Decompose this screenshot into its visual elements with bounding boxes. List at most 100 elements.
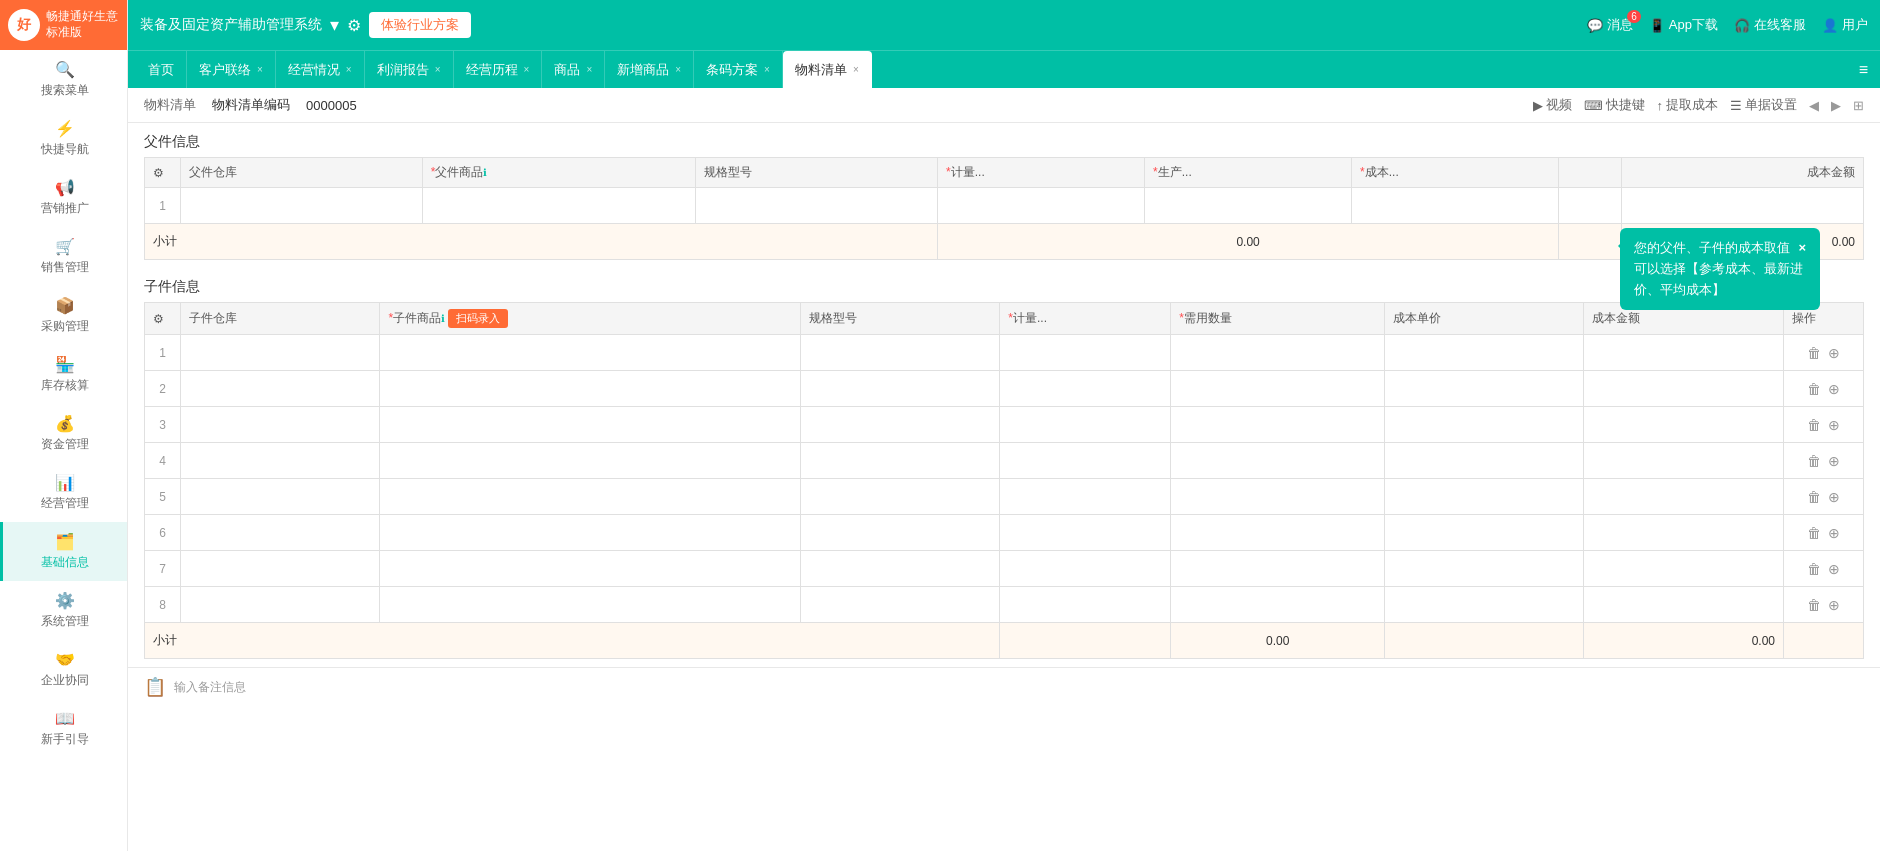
child-goods-cell[interactable] [380,407,800,443]
sidebar-item-operations[interactable]: 📊 经营管理 [0,463,127,522]
child-unit-cost-cell[interactable] [1385,335,1584,371]
child-goods-cell[interactable] [380,443,800,479]
child-unit-cost-cell[interactable] [1385,587,1584,623]
delete-icon[interactable]: 🗑 [1805,559,1823,579]
copy-icon[interactable]: ⊕ [1826,379,1842,399]
child-unit-cost-cell[interactable] [1385,407,1584,443]
parent-produce-cell[interactable] [1145,188,1352,224]
child-qty-cell[interactable] [1171,335,1385,371]
child-unit-cost-cell[interactable] [1385,371,1584,407]
tab-customer[interactable]: 客户联络 × [187,51,276,89]
expand-icon[interactable]: ⊞ [1853,98,1864,113]
sidebar-item-marketing[interactable]: 📢 营销推广 [0,168,127,227]
sidebar-item-quicknav[interactable]: ⚡ 快捷导航 [0,109,127,168]
tab-home[interactable]: 首页 [136,51,187,89]
child-qty-cell[interactable] [1171,407,1385,443]
child-qty-cell[interactable] [1171,371,1385,407]
child-warehouse-cell[interactable] [181,551,380,587]
child-warehouse-cell[interactable] [181,515,380,551]
sidebar-item-finance[interactable]: 💰 资金管理 [0,404,127,463]
delete-icon[interactable]: 🗑 [1805,451,1823,471]
note-placeholder[interactable]: 输入备注信息 [174,679,246,696]
child-spec-cell[interactable] [800,443,999,479]
sidebar-item-system[interactable]: ⚙️ 系统管理 [0,581,127,640]
user-item[interactable]: 👤 用户 [1822,16,1868,34]
video-action[interactable]: ▶ 视频 [1533,96,1572,114]
copy-icon[interactable]: ⊕ [1826,343,1842,363]
child-warehouse-cell[interactable] [181,443,380,479]
child-spec-cell[interactable] [800,587,999,623]
close-icon[interactable]: × [764,64,770,75]
trial-button[interactable]: 体验行业方案 [369,12,471,38]
nav-prev-icon[interactable]: ◀ [1809,98,1819,113]
child-unit-cell[interactable] [1000,515,1171,551]
child-unit-cost-cell[interactable] [1385,479,1584,515]
sidebar-item-guide[interactable]: 📖 新手引导 [0,699,127,758]
child-qty-cell[interactable] [1171,587,1385,623]
close-icon[interactable]: × [586,64,592,75]
close-all-tabs-icon[interactable]: ≡ [1855,57,1872,83]
sidebar-item-purchase[interactable]: 📦 采购管理 [0,286,127,345]
child-unit-cell[interactable] [1000,371,1171,407]
child-spec-cell[interactable] [800,335,999,371]
tab-bom[interactable]: 物料清单 × [783,51,872,89]
child-spec-cell[interactable] [800,407,999,443]
tab-operations-status[interactable]: 经营情况 × [276,51,365,89]
delete-icon[interactable]: 🗑 [1805,487,1823,507]
child-qty-cell[interactable] [1171,551,1385,587]
child-unit-cost-cell[interactable] [1385,443,1584,479]
shortcut-action[interactable]: ⌨ 快捷键 [1584,96,1645,114]
child-unit-cell[interactable] [1000,551,1171,587]
app-download-item[interactable]: 📱 App下载 [1649,16,1718,34]
delete-icon[interactable]: 🗑 [1805,379,1823,399]
nav-next-icon[interactable]: ▶ [1831,98,1841,113]
child-unit-cell[interactable] [1000,407,1171,443]
message-icon-item[interactable]: 💬 消息 6 [1587,16,1633,34]
extract-cost-action[interactable]: ↑ 提取成本 [1657,96,1719,114]
sidebar-item-search[interactable]: 🔍 搜索菜单 [0,50,127,109]
sidebar-item-inventory[interactable]: 🏪 库存核算 [0,345,127,404]
child-unit-cost-cell[interactable] [1385,551,1584,587]
child-unit-cell[interactable] [1000,479,1171,515]
child-goods-cell[interactable] [380,587,800,623]
close-icon[interactable]: × [524,64,530,75]
child-qty-cell[interactable] [1171,479,1385,515]
child-warehouse-cell[interactable] [181,335,380,371]
close-icon[interactable]: × [675,64,681,75]
delete-icon[interactable]: 🗑 [1805,523,1823,543]
child-unit-cell[interactable] [1000,443,1171,479]
gear-icon[interactable]: ⚙ [347,16,361,35]
system-dropdown-icon[interactable]: ▾ [330,14,339,36]
copy-icon[interactable]: ⊕ [1826,415,1842,435]
delete-icon[interactable]: 🗑 [1805,415,1823,435]
copy-icon[interactable]: ⊕ [1826,595,1842,615]
child-warehouse-cell[interactable] [181,479,380,515]
close-icon[interactable]: × [346,64,352,75]
child-goods-cell[interactable] [380,515,800,551]
tab-goods[interactable]: 商品 × [542,51,605,89]
parent-unit-cell[interactable] [938,188,1145,224]
copy-icon[interactable]: ⊕ [1826,487,1842,507]
close-icon[interactable]: × [853,64,859,75]
scan-button[interactable]: 扫码录入 [448,309,508,328]
single-setting-action[interactable]: ☰ 单据设置 [1730,96,1797,114]
online-service-item[interactable]: 🎧 在线客服 [1734,16,1806,34]
child-unit-cost-cell[interactable] [1385,515,1584,551]
delete-icon[interactable]: 🗑 [1805,343,1823,363]
sidebar-item-corp[interactable]: 🤝 企业协同 [0,640,127,699]
child-goods-cell[interactable] [380,479,800,515]
child-warehouse-cell[interactable] [181,587,380,623]
child-spec-cell[interactable] [800,551,999,587]
child-qty-cell[interactable] [1171,443,1385,479]
child-unit-cell[interactable] [1000,587,1171,623]
tab-new-goods[interactable]: 新增商品 × [605,51,694,89]
breadcrumb-bom-code[interactable]: 物料清单编码 [212,96,290,114]
child-spec-cell[interactable] [800,479,999,515]
tab-history[interactable]: 经营历程 × [454,51,543,89]
sidebar-item-sales[interactable]: 🛒 销售管理 [0,227,127,286]
delete-icon[interactable]: 🗑 [1805,595,1823,615]
child-goods-cell[interactable] [380,335,800,371]
sidebar-item-basic-info[interactable]: 🗂️ 基础信息 [0,522,127,581]
child-spec-cell[interactable] [800,371,999,407]
child-goods-cell[interactable] [380,551,800,587]
